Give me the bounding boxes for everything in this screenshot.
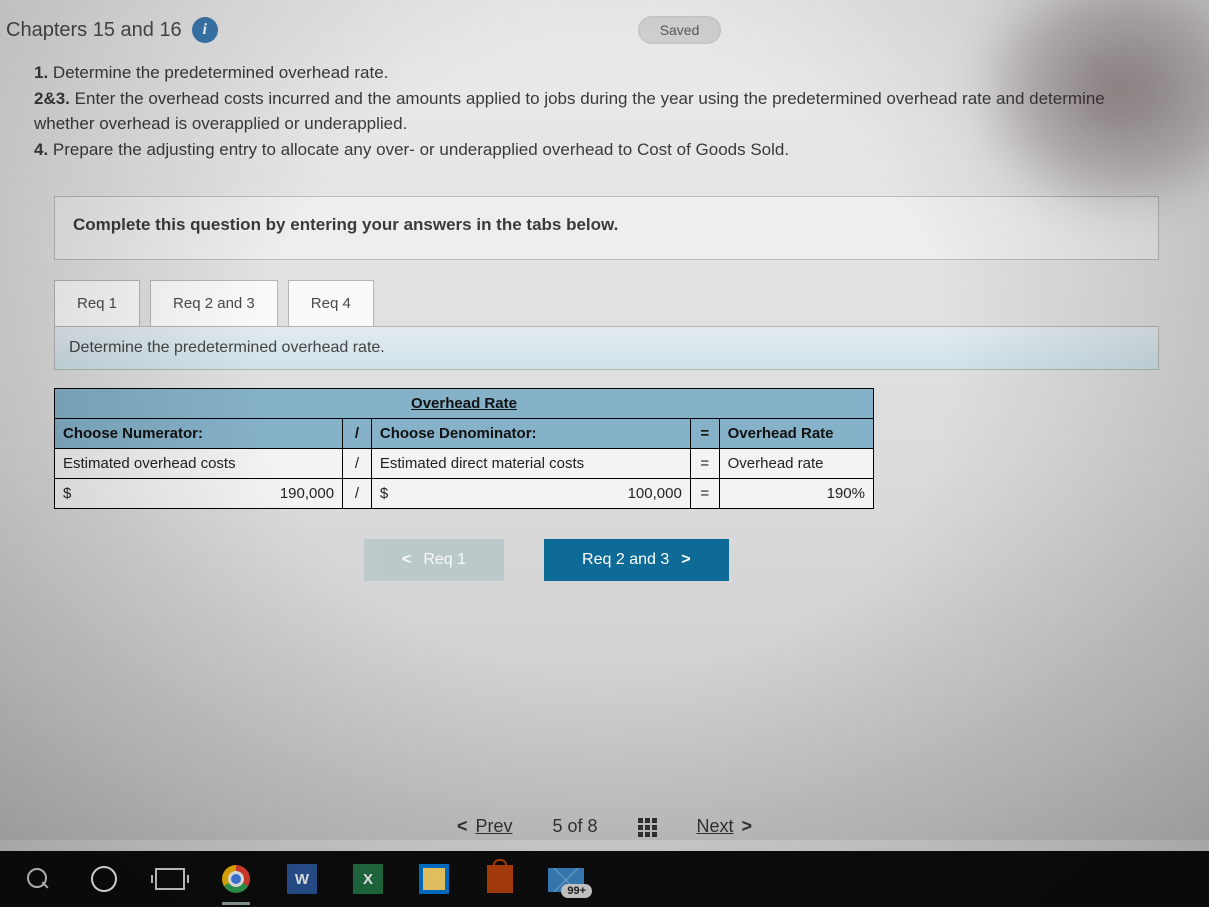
- cell-numerator-label[interactable]: Estimated overhead costs: [55, 449, 343, 479]
- table-title-row: Overhead Rate: [55, 389, 874, 419]
- instruction-line-3: 4. Prepare the adjusting entry to alloca…: [34, 137, 1169, 163]
- file-explorer-icon[interactable]: [416, 861, 452, 897]
- th-denominator: Choose Denominator:: [371, 419, 690, 449]
- page-content: Chapters 15 and 16 i Saved 1. Determine …: [0, 0, 1209, 840]
- denominator-amount: 100,000: [628, 485, 682, 502]
- grid-menu-button[interactable]: [638, 816, 657, 837]
- instruction-line-1: 1. Determine the predetermined overhead …: [34, 60, 1169, 86]
- next-req-label: Req 2 and 3: [582, 551, 669, 569]
- table-header-row: Choose Numerator: / Choose Denominator: …: [55, 419, 874, 449]
- next-question-button[interactable]: Next >: [697, 816, 753, 837]
- chevron-right-icon: >: [742, 816, 753, 837]
- cell-eq-1: =: [690, 449, 719, 479]
- instruction-num-1: 1.: [34, 63, 48, 82]
- complete-instruction-box: Complete this question by entering your …: [54, 196, 1159, 260]
- windows-taskbar: W X 99+: [0, 851, 1209, 907]
- table-value-row: $ 190,000 / $ 100,000 = 190%: [55, 479, 874, 509]
- cell-denominator-label[interactable]: Estimated direct material costs: [371, 449, 690, 479]
- instruction-text-3: Prepare the adjusting entry to allocate …: [48, 140, 789, 159]
- cell-denominator-value[interactable]: $ 100,000: [371, 479, 690, 509]
- chevron-right-icon: >: [681, 551, 690, 569]
- tab-row: Req 1 Req 2 and 3 Req 4: [54, 280, 1159, 326]
- next-req-button[interactable]: Req 2 and 3 >: [544, 539, 729, 581]
- word-icon[interactable]: W: [284, 861, 320, 897]
- instruction-num-2: 2&3.: [34, 89, 70, 108]
- denominator-currency: $: [380, 485, 388, 502]
- prev-req-label: Req 1: [423, 551, 466, 569]
- cortana-icon[interactable]: [86, 861, 122, 897]
- table-title: Overhead Rate: [55, 389, 874, 419]
- grid-icon: [638, 818, 657, 837]
- instructions-block: 1. Determine the predetermined overhead …: [6, 56, 1179, 178]
- cell-result-label: Overhead rate: [719, 449, 873, 479]
- search-icon[interactable]: [20, 861, 56, 897]
- saved-pill: Saved: [638, 16, 722, 44]
- chevron-left-icon: <: [457, 816, 468, 837]
- th-equals: =: [690, 419, 719, 449]
- prev-req-button: < Req 1: [364, 539, 504, 581]
- overhead-rate-table: Overhead Rate Choose Numerator: / Choose…: [54, 388, 874, 509]
- cell-eq-2: =: [690, 479, 719, 509]
- subheading-bar: Determine the predetermined overhead rat…: [54, 326, 1159, 370]
- question-counter: 5 of 8: [552, 816, 597, 837]
- instruction-line-2: 2&3. Enter the overhead costs incurred a…: [34, 86, 1169, 137]
- tab-req4[interactable]: Req 4: [288, 280, 374, 326]
- numerator-amount: 190,000: [280, 485, 334, 502]
- info-icon[interactable]: i: [192, 17, 218, 43]
- chapter-title: Chapters 15 and 16: [6, 19, 182, 42]
- instruction-text-1: Determine the predetermined overhead rat…: [48, 63, 388, 82]
- numerator-currency: $: [63, 485, 71, 502]
- mail-icon[interactable]: 99+: [548, 861, 584, 897]
- th-result: Overhead Rate: [719, 419, 873, 449]
- tab-req2and3[interactable]: Req 2 and 3: [150, 280, 278, 326]
- th-slash: /: [343, 419, 372, 449]
- prev-question-button[interactable]: < Prev: [457, 816, 513, 837]
- chrome-icon[interactable]: [218, 861, 254, 897]
- question-nav-bar: < Prev 5 of 8 Next >: [0, 816, 1209, 837]
- prev-label: Prev: [475, 816, 512, 837]
- excel-icon[interactable]: X: [350, 861, 386, 897]
- mail-badge-count: 99+: [561, 884, 592, 898]
- tabs-container: Req 1 Req 2 and 3 Req 4 Determine the pr…: [54, 280, 1159, 581]
- overhead-rate-table-wrap: Overhead Rate Choose Numerator: / Choose…: [54, 388, 1159, 509]
- tab-req1[interactable]: Req 1: [54, 280, 140, 326]
- table-label-row: Estimated overhead costs / Estimated dir…: [55, 449, 874, 479]
- header-row: Chapters 15 and 16 i Saved: [6, 10, 1179, 56]
- cell-slash-2: /: [343, 479, 372, 509]
- task-view-icon[interactable]: [152, 861, 188, 897]
- chevron-left-icon: <: [402, 551, 411, 569]
- th-numerator: Choose Numerator:: [55, 419, 343, 449]
- req-nav-buttons: < Req 1 Req 2 and 3 >: [364, 539, 1159, 581]
- cell-numerator-value[interactable]: $ 190,000: [55, 479, 343, 509]
- instruction-text-2: Enter the overhead costs incurred and th…: [34, 89, 1105, 134]
- instruction-num-3: 4.: [34, 140, 48, 159]
- next-label: Next: [697, 816, 734, 837]
- store-icon[interactable]: [482, 861, 518, 897]
- cell-slash-1: /: [343, 449, 372, 479]
- cell-result-value: 190%: [719, 479, 873, 509]
